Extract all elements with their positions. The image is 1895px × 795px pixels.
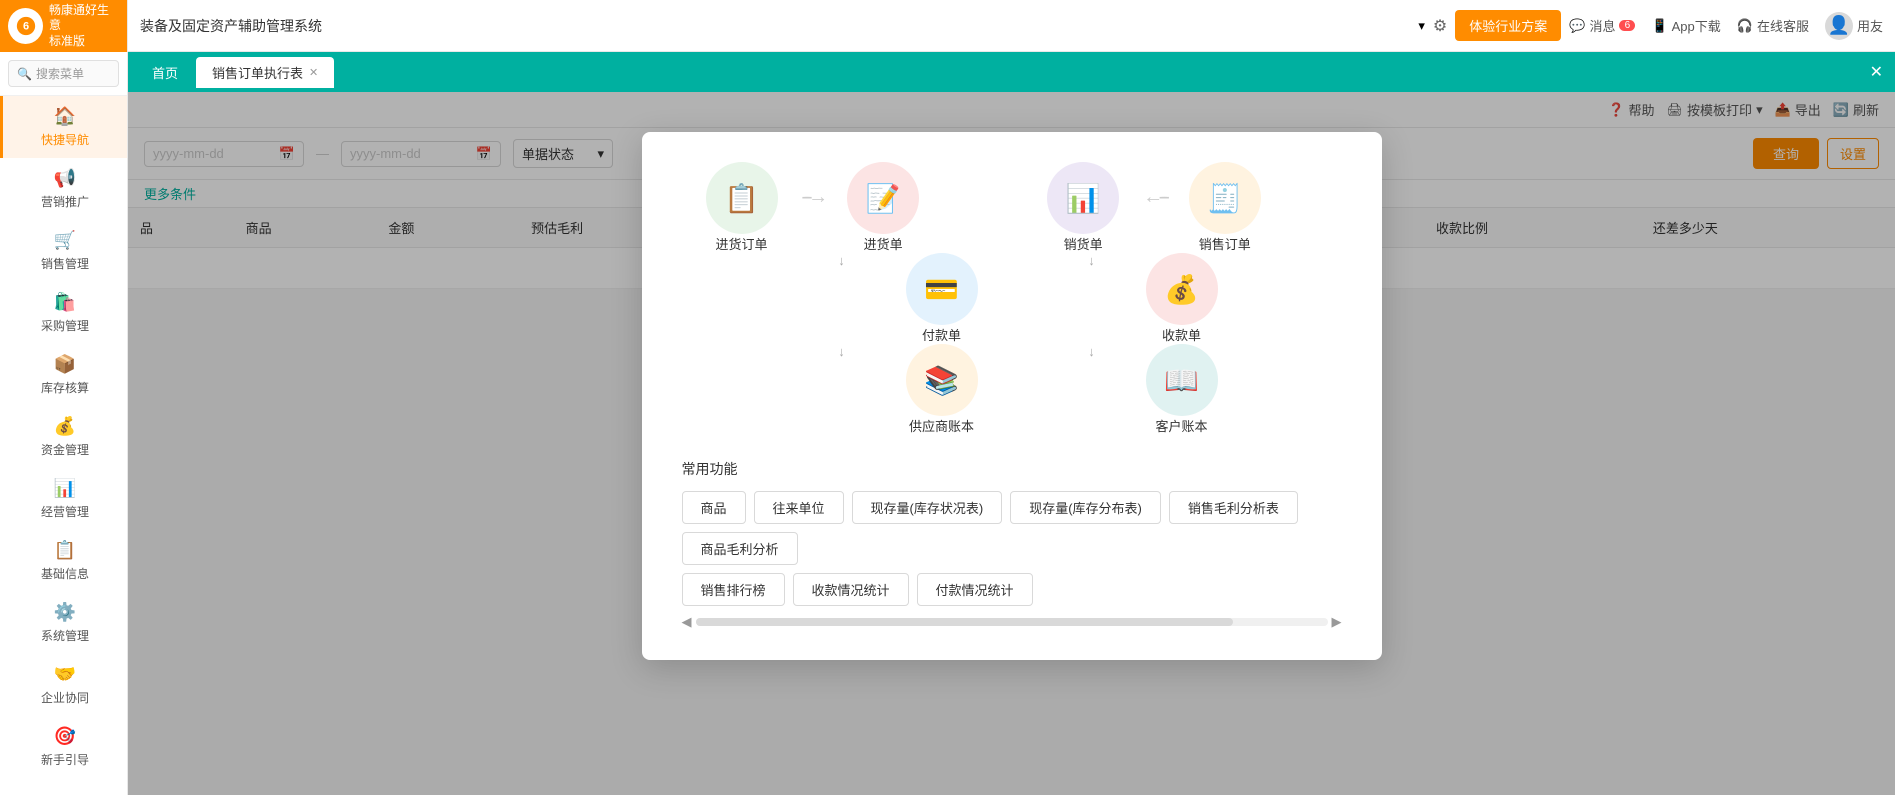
func-btn-stock-status[interactable]: 现存量(库存状况表) — [852, 491, 1003, 524]
modal-overlay[interactable]: 📋 进货订单 - - - → 📝 — [128, 92, 1895, 795]
flow-diagram: 📋 进货订单 - - - → 📝 — [682, 162, 1342, 435]
payment-out-node: 💳 — [906, 253, 978, 325]
sidebar-item-finance[interactable]: 💰 资金管理 — [0, 406, 127, 468]
sidebar-nav: 🏠 快捷导航 📢 营销推广 🛒 销售管理 🛍️ 采购管理 📦 库存核算 💰 — [0, 96, 127, 795]
tab-sales-order[interactable]: 销售订单执行表 ✕ — [196, 57, 334, 88]
func-btn-payment-stats[interactable]: 付款情况统计 — [917, 573, 1033, 606]
settings-icon[interactable]: ⚙ — [1433, 16, 1447, 36]
purchase-icon: 🛍️ — [54, 292, 76, 313]
flow-modal: 📋 进货订单 - - - → 📝 — [642, 132, 1382, 660]
page-content: ❓ 帮助 🖨 按模板打印 ▾ 📤 导出 🔄 刷新 — [128, 92, 1895, 795]
window-close-icon[interactable]: ✕ — [1870, 62, 1883, 82]
main-content: 装备及固定资产辅助管理系统 ▾ ⚙ 体验行业方案 💬 消息 6 📱 App下载 … — [128, 0, 1895, 795]
arrow-right-dashed-1: - - - → — [802, 186, 824, 209]
tab-bar: 首页 销售订单执行表 ✕ ✕ — [128, 52, 1895, 92]
operations-icon: 📊 — [54, 478, 76, 499]
sidebar-item-beginner[interactable]: 🎯 新手引导 — [0, 716, 127, 778]
scroll-left-icon[interactable]: ◀ — [682, 614, 692, 630]
sidebar-logo: 6 畅康通好生意 标准版 — [0, 0, 127, 52]
home-icon: 🏠 — [54, 106, 76, 127]
sidebar-item-inventory[interactable]: 📦 库存核算 — [0, 344, 127, 406]
customer-ledger-label: 客户账本 — [1155, 416, 1207, 435]
sidebar-item-purchase[interactable]: 🛍️ 采购管理 — [0, 282, 127, 344]
tab-close-icon[interactable]: ✕ — [309, 66, 318, 79]
sales-order-label: 销售订单 — [1199, 234, 1251, 253]
common-functions-title: 常用功能 — [682, 459, 1342, 479]
func-btn-sales-rank[interactable]: 销售排行榜 — [682, 573, 785, 606]
topbar: 装备及固定资产辅助管理系统 ▾ ⚙ 体验行业方案 💬 消息 6 📱 App下载 … — [128, 0, 1895, 52]
customer-ledger-node: 📖 — [1146, 344, 1218, 416]
beginner-icon: 🎯 — [54, 726, 76, 747]
sidebar-item-operations[interactable]: 📊 经营管理 — [0, 468, 127, 530]
download-icon: 📱 — [1651, 18, 1667, 34]
purchase-node: 📝 — [847, 162, 919, 234]
func-btn-product-profit[interactable]: 商品毛利分析 — [682, 532, 798, 565]
scrollbar-track[interactable] — [696, 618, 1328, 626]
supplier-ledger-label: 供应商账本 — [909, 416, 974, 435]
supplier-ledger-node: 📚 — [906, 344, 978, 416]
func-btn-counterpart[interactable]: 往来单位 — [754, 491, 844, 524]
scrollbar-thumb — [696, 618, 1233, 626]
experience-btn[interactable]: 体验行业方案 — [1455, 10, 1561, 41]
online-service-btn[interactable]: 🎧 在线客服 — [1737, 16, 1809, 35]
collaboration-icon: 🤝 — [54, 664, 76, 685]
sidebar-item-collaboration[interactable]: 🤝 企业协同 — [0, 654, 127, 716]
scroll-right-icon[interactable]: ▶ — [1332, 614, 1342, 630]
basic-info-icon: 📋 — [54, 540, 76, 561]
func-btn-product[interactable]: 商品 — [682, 491, 746, 524]
service-icon: 🎧 — [1737, 18, 1753, 34]
app-download-btn[interactable]: 📱 App下载 — [1651, 16, 1720, 35]
sidebar-item-system[interactable]: ⚙️ 系统管理 — [0, 592, 127, 654]
finance-icon: 💰 — [54, 416, 76, 437]
title-dropdown[interactable]: ▾ — [1418, 18, 1425, 34]
arrow-left-dashed: ← - - - — [1143, 186, 1165, 209]
message-btn[interactable]: 💬 消息 6 — [1569, 16, 1635, 35]
svg-text:6: 6 — [22, 21, 28, 33]
sales-label: 销货单 — [1064, 234, 1103, 253]
payment-out-label: 付款单 — [922, 325, 961, 344]
logo-text: 畅康通好生意 标准版 — [49, 3, 119, 50]
sidebar: 6 畅康通好生意 标准版 🔍 搜索菜单 🏠 快捷导航 📢 营销推广 � — [0, 0, 128, 795]
sidebar-item-sales[interactable]: 🛒 销售管理 — [0, 220, 127, 282]
sidebar-item-quick-nav[interactable]: 🏠 快捷导航 — [0, 96, 127, 158]
message-badge: 6 — [1619, 20, 1635, 31]
modal-scrollbar-container: ◀ ▶ — [682, 614, 1342, 630]
sidebar-item-basic-info[interactable]: 📋 基础信息 — [0, 530, 127, 592]
func-buttons-row2: 销售排行榜 收款情况统计 付款情况统计 — [682, 573, 1342, 606]
tab-home[interactable]: 首页 — [136, 57, 194, 88]
avatar: 👤 — [1825, 12, 1853, 40]
sidebar-item-marketing[interactable]: 📢 营销推广 — [0, 158, 127, 220]
logo-icon: 6 — [8, 8, 43, 44]
purchase-label: 进货单 — [864, 234, 903, 253]
purchase-order-label: 进货订单 — [715, 234, 767, 253]
topbar-actions: 💬 消息 6 📱 App下载 🎧 在线客服 👤 用友 — [1569, 12, 1883, 40]
payment-in-node: 💰 — [1146, 253, 1218, 325]
func-btn-stock-dist[interactable]: 现存量(库存分布表) — [1010, 491, 1161, 524]
sales-icon: 🛒 — [54, 230, 76, 251]
user-avatar-btn[interactable]: 👤 用友 — [1825, 12, 1883, 40]
purchase-order-node: 📋 — [706, 162, 778, 234]
common-functions-section: 常用功能 商品 往来单位 现存量(库存状况表) 现存量(库存分布表) 销售毛利分… — [682, 459, 1342, 606]
func-btn-sales-profit[interactable]: 销售毛利分析表 — [1169, 491, 1298, 524]
marketing-icon: 📢 — [54, 168, 76, 189]
search-icon: 🔍 — [17, 67, 32, 81]
payment-in-label: 收款单 — [1162, 325, 1201, 344]
sidebar-search[interactable]: 🔍 搜索菜单 — [0, 52, 127, 96]
chevron-down-icon: ▾ — [1418, 18, 1425, 34]
func-btn-receipt-stats[interactable]: 收款情况统计 — [793, 573, 909, 606]
inventory-icon: 📦 — [54, 354, 76, 375]
search-menu-button[interactable]: 🔍 搜索菜单 — [8, 60, 119, 87]
func-buttons-row1: 商品 往来单位 现存量(库存状况表) 现存量(库存分布表) 销售毛利分析表 商品… — [682, 491, 1342, 565]
system-title: 装备及固定资产辅助管理系统 — [140, 16, 1410, 36]
sales-node: 📊 — [1047, 162, 1119, 234]
sales-order-node: 🧾 — [1189, 162, 1261, 234]
message-icon: 💬 — [1569, 18, 1585, 34]
system-icon: ⚙️ — [54, 602, 76, 623]
